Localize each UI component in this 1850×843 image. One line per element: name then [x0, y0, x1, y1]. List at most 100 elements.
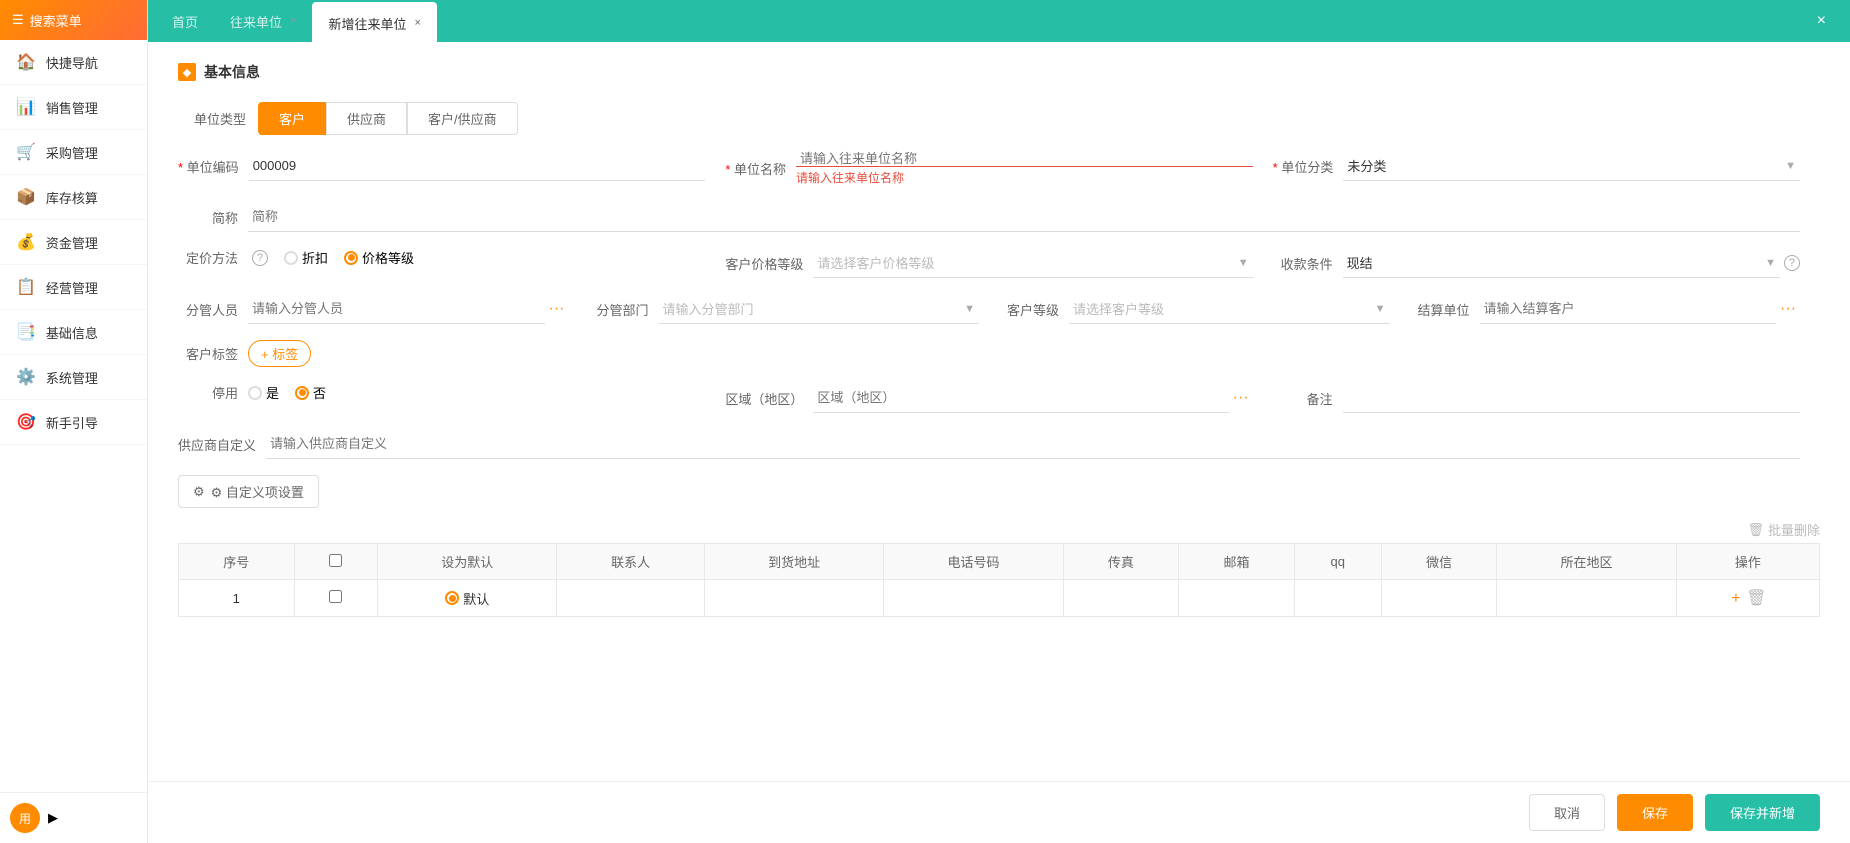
manager-input[interactable]	[248, 294, 545, 324]
system-icon: ⚙️	[16, 367, 36, 387]
abbreviation-input[interactable]	[248, 202, 1800, 232]
tab-home[interactable]: 首页	[156, 0, 214, 42]
disabled-no-radio[interactable]: 否	[295, 383, 326, 402]
unit-name-error: 请输入往来单位名称	[796, 169, 1253, 186]
home-icon: 🏠	[16, 52, 36, 72]
unit-code-input[interactable]	[249, 151, 706, 181]
tab-new-partner[interactable]: 新增往来单位 ×	[312, 2, 436, 44]
default-dot	[449, 595, 456, 602]
sidebar-bottom: 用 ▶	[0, 792, 147, 843]
settlement-more-icon[interactable]: ···	[1776, 300, 1800, 318]
form-content: ◆ 基本信息 单位类型 客户 供应商 客户/供应商 单位编码 单位名称 请输入往…	[148, 42, 1850, 781]
sidebar-item-sales[interactable]: 📊 销售管理	[0, 85, 147, 130]
payment-terms-value: 现结	[1347, 253, 1373, 272]
sidebar-item-basic[interactable]: 📑 基础信息	[0, 310, 147, 355]
add-tag-button[interactable]: + 标签	[248, 340, 311, 367]
col-contact: 联系人	[557, 544, 704, 580]
settings-icon: ⚙	[193, 484, 205, 500]
form-row-3: 定价方法 ? 折扣 价格等级 客户价格等级	[178, 248, 1820, 278]
customer-price-level-select[interactable]: 请选择客户价格等级 ▼	[813, 248, 1252, 278]
department-select[interactable]: 请输入分管部门 ▼	[659, 294, 980, 324]
region-input[interactable]	[813, 383, 1228, 413]
manager-more-icon[interactable]: ···	[545, 300, 569, 318]
cell-region	[1497, 580, 1676, 617]
chevron-down-icon: ▼	[1375, 303, 1386, 315]
col-action: 操作	[1676, 544, 1819, 580]
tab-new-partner-close[interactable]: ×	[414, 17, 420, 29]
unit-name-input[interactable]	[796, 151, 1253, 167]
row-checkbox[interactable]	[329, 590, 342, 603]
remark-field: 备注	[1273, 383, 1820, 413]
unit-type-both-btn[interactable]: 客户/供应商	[407, 102, 518, 135]
form-row-4: 分管人员 ··· 分管部门 请输入分管部门 ▼ 客户等级 请选择客户等级 ▼ 结…	[178, 294, 1820, 324]
sidebar-item-finance[interactable]: 💰 资金管理	[0, 220, 147, 265]
region-label: 区域（地区）	[725, 389, 813, 408]
pricing-help-icon[interactable]: ?	[252, 250, 268, 266]
tab-partners-close[interactable]: ×	[290, 15, 296, 27]
pricing-discount-label: 折扣	[302, 248, 328, 267]
abbreviation-field: 简称	[178, 202, 1820, 232]
avatar: 用	[10, 803, 40, 833]
sidebar-item-label: 销售管理	[46, 98, 98, 117]
chevron-down-icon: ▼	[1238, 257, 1249, 269]
pricing-radio-group: ? 折扣 价格等级	[248, 248, 414, 267]
payment-help-icon[interactable]: ?	[1784, 255, 1800, 271]
region-more-icon[interactable]: ···	[1229, 389, 1253, 407]
sidebar-search[interactable]: ☰ 搜索菜单	[0, 0, 147, 40]
delete-row-btn[interactable]: 🗑	[1746, 590, 1766, 607]
table-row: 1 默认	[179, 580, 1820, 617]
cancel-button[interactable]: 取消	[1529, 794, 1605, 831]
payment-terms-label: 收款条件	[1273, 254, 1343, 273]
sidebar-item-system[interactable]: ⚙️ 系统管理	[0, 355, 147, 400]
inventory-icon: 📦	[16, 187, 36, 207]
supplier-custom-field: 供应商自定义	[178, 429, 1820, 459]
pricing-discount-radio[interactable]: 折扣	[284, 248, 328, 267]
section-title: 基本信息	[204, 62, 260, 82]
tab-new-partner-label: 新增往来单位	[328, 14, 406, 33]
settlement-unit-input[interactable]	[1480, 294, 1777, 324]
header-checkbox[interactable]	[329, 554, 342, 567]
sidebar-item-quick-nav[interactable]: 🏠 快捷导航	[0, 40, 147, 85]
supplier-custom-input[interactable]	[266, 429, 1800, 459]
cell-checkbox	[294, 580, 378, 617]
tab-bar: 首页 往来单位 × 新增往来单位 × ×	[148, 0, 1850, 42]
unit-type-supplier-btn[interactable]: 供应商	[326, 102, 407, 135]
level-radio-circle	[344, 251, 358, 265]
unit-name-wrapper: 请输入往来单位名称	[796, 151, 1253, 186]
disabled-yes-radio[interactable]: 是	[248, 383, 279, 402]
window-close-btn[interactable]: ×	[1817, 12, 1826, 30]
payment-terms-select[interactable]: 现结 ▼	[1343, 248, 1780, 278]
tab-partners[interactable]: 往来单位 ×	[214, 0, 312, 42]
save-button[interactable]: 保存	[1617, 794, 1693, 831]
disabled-field: 停用 是 否	[178, 383, 725, 402]
sidebar-item-inventory[interactable]: 📦 库存核算	[0, 175, 147, 220]
cell-contact	[557, 580, 704, 617]
disabled-radio-group: 是 否	[248, 383, 326, 402]
save-add-button[interactable]: 保存并新增	[1705, 794, 1820, 831]
default-radio[interactable]: 默认	[388, 589, 546, 608]
payment-terms-field: 收款条件 现结 ▼ ?	[1273, 248, 1820, 278]
disabled-label: 停用	[178, 383, 248, 402]
form-row-6: 停用 是 否 区域（地区） ···	[178, 383, 1820, 413]
unit-code-label: 单位编码	[178, 157, 249, 176]
add-row-btn[interactable]: +	[1731, 590, 1740, 607]
unit-category-select[interactable]: 未分类 ▼	[1343, 151, 1800, 181]
remark-input[interactable]	[1343, 383, 1800, 413]
unit-type-customer-btn[interactable]: 客户	[258, 102, 326, 135]
sidebar-item-operations[interactable]: 📋 经营管理	[0, 265, 147, 310]
customer-tag-label: 客户标签	[178, 344, 248, 363]
customer-level-select[interactable]: 请选择客户等级 ▼	[1069, 294, 1390, 324]
form-row-2: 简称	[178, 202, 1820, 232]
custom-settings-button[interactable]: ⚙ ⚙ 自定义项设置	[178, 475, 319, 508]
sidebar-item-purchase[interactable]: 🛒 采购管理	[0, 130, 147, 175]
cell-wechat	[1381, 580, 1497, 617]
sidebar: ☰ 搜索菜单 🏠 快捷导航 📊 销售管理 🛒 采购管理 📦 库存核算 💰 资金管…	[0, 0, 148, 843]
col-checkbox	[294, 544, 378, 580]
chevron-down-icon: ▼	[1785, 160, 1796, 172]
cell-action: + 🗑	[1676, 580, 1819, 617]
pricing-level-radio[interactable]: 价格等级	[344, 248, 414, 267]
sidebar-search-label: 搜索菜单	[30, 11, 82, 30]
form-row-7: 供应商自定义	[178, 429, 1820, 459]
chevron-down-icon: ▼	[1765, 257, 1776, 269]
sidebar-item-guide[interactable]: 🎯 新手引导	[0, 400, 147, 445]
